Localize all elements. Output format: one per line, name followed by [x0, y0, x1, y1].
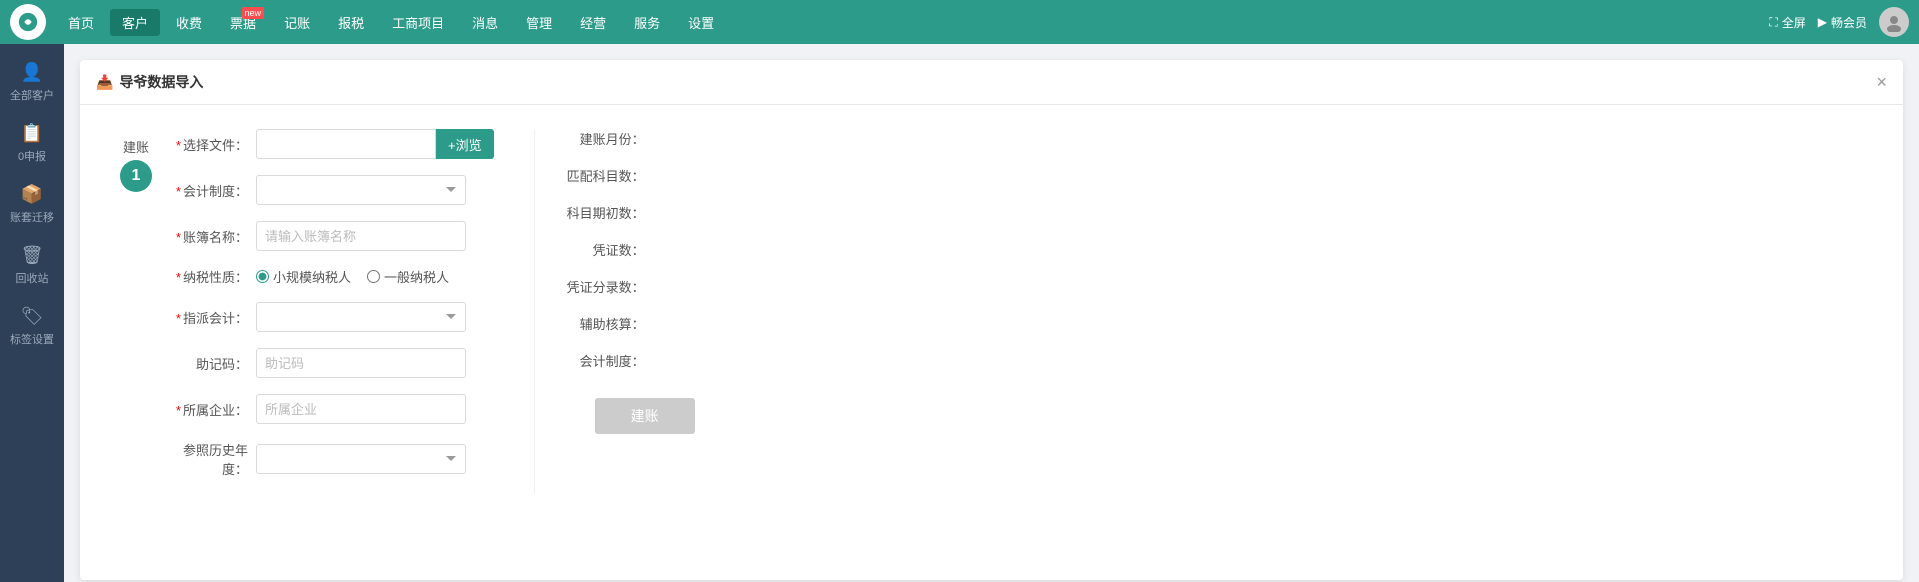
file-row: 选择文件： +浏览 [168, 129, 494, 159]
company-label: 所属企业： [168, 400, 248, 419]
history-year-label: 参照历史年度： [168, 440, 248, 478]
nav-item-operation[interactable]: 经营 [568, 9, 618, 36]
sidebar-item-migrate[interactable]: 📦 账套迁移 [0, 176, 64, 233]
new-badge: new [242, 7, 265, 19]
file-label: 选择文件： [168, 135, 248, 154]
subjects-initial-row: 科目期初数： [555, 203, 814, 222]
nav-item-manage[interactable]: 管理 [514, 9, 564, 36]
nav-item-service[interactable]: 服务 [622, 9, 672, 36]
radio-small-scale[interactable]: 小规模纳税人 [256, 267, 351, 286]
match-subjects-row: 匹配科目数： [555, 166, 814, 185]
accounting-system-label: 会计制度： [168, 181, 248, 200]
subjects-initial-label: 科目期初数： [555, 203, 645, 222]
radio-general[interactable]: 一般纳税人 [367, 267, 449, 286]
history-year-select[interactable] [256, 444, 466, 474]
dialog-header: 📥 导爷数据导入 × [80, 60, 1903, 105]
layout: 👤 全部客户 📋 0申报 📦 账套迁移 🗑 回收站 🏷 标签设置 📥 导 [0, 44, 1919, 582]
match-subjects-label: 匹配科目数： [555, 166, 645, 185]
dialog-body: 建账 1 选择文件： +浏览 [80, 105, 1903, 518]
accounting-system-row: 会计制度： [168, 175, 494, 205]
ledger-name-label: 账簿名称： [168, 227, 248, 246]
company-row: 所属企业： [168, 394, 494, 424]
dialog-title: 📥 导爷数据导入 [96, 72, 203, 92]
radio-small-input[interactable] [256, 270, 269, 283]
migrate-icon: 📦 [21, 184, 43, 205]
navbar: 首页 客户 收费 票据 new 记账 报税 工商项目 消息 管理 经营 服务 设… [0, 0, 1919, 44]
navbar-right: ⛶ 全屏 ▶ 畅会员 [1769, 7, 1909, 37]
vip-btn[interactable]: ▶ 畅会员 [1818, 14, 1867, 31]
nav-item-customer[interactable]: 客户 [110, 9, 160, 36]
fullscreen-icon: ⛶ [1769, 15, 1777, 30]
voucher-count-label: 凭证数： [555, 240, 645, 259]
nav-item-tax[interactable]: 报税 [326, 9, 376, 36]
dialog-panel: 📥 导爷数据导入 × 建账 1 选择文件： [80, 60, 1903, 580]
history-year-row: 参照历史年度： [168, 440, 494, 478]
logo [10, 4, 46, 40]
zero-report-icon: 📋 [21, 123, 43, 144]
step-label-text: 建账 [123, 137, 149, 156]
nav-item-home[interactable]: 首页 [56, 9, 106, 36]
sidebar-item-tags[interactable]: 🏷 标签设置 [0, 298, 64, 355]
nav-item-accounting[interactable]: 记账 [272, 9, 322, 36]
auxiliary-row: 辅助核算： [555, 314, 814, 333]
accountant-label: 指派会计： [168, 308, 248, 327]
nav-item-settings[interactable]: 设置 [676, 9, 726, 36]
step-circle: 1 [120, 160, 152, 192]
accountant-select[interactable] [256, 302, 466, 332]
sidebar: 👤 全部客户 📋 0申报 📦 账套迁移 🗑 回收站 🏷 标签设置 [0, 44, 64, 582]
nav-item-invoice[interactable]: 票据 new [218, 9, 268, 36]
tax-type-label: 纳税性质： [168, 267, 248, 286]
file-input-group: +浏览 [256, 129, 494, 159]
company-input[interactable] [256, 394, 466, 424]
right-accounting-system-label: 会计制度： [555, 351, 645, 370]
sidebar-item-trash[interactable]: 🗑 回收站 [0, 237, 64, 294]
tax-type-row: 纳税性质： 小规模纳税人 一般纳税人 [168, 267, 494, 286]
vip-icon: ▶ [1818, 15, 1827, 29]
sidebar-item-zero-report[interactable]: 📋 0申报 [0, 115, 64, 172]
avatar[interactable] [1879, 7, 1909, 37]
step-indicator: 建账 1 [120, 129, 152, 192]
build-month-row: 建账月份： [555, 129, 814, 148]
file-input[interactable] [256, 129, 436, 159]
main-content: 📥 导爷数据导入 × 建账 1 选择文件： [64, 44, 1919, 582]
trash-icon: 🗑 [21, 245, 44, 266]
accounting-system-select[interactable] [256, 175, 466, 205]
form-section-left: 建账 1 选择文件： +浏览 [120, 129, 494, 494]
build-account-button[interactable]: 建账 [595, 398, 695, 434]
import-icon: 📥 [96, 74, 113, 91]
accountant-row: 指派会计： [168, 302, 494, 332]
voucher-entries-row: 凭证分录数： [555, 277, 814, 296]
memo-code-row: 助记码： [168, 348, 494, 378]
ledger-name-input[interactable] [256, 221, 466, 251]
ledger-name-row: 账簿名称： [168, 221, 494, 251]
sidebar-item-all-customers[interactable]: 👤 全部客户 [0, 54, 64, 111]
browse-button[interactable]: +浏览 [436, 129, 494, 159]
voucher-entries-label: 凭证分录数： [555, 277, 645, 296]
tags-icon: 🏷 [21, 306, 44, 327]
memo-code-label: 助记码： [168, 354, 248, 373]
close-button[interactable]: × [1876, 73, 1887, 91]
memo-code-input[interactable] [256, 348, 466, 378]
right-section: 建账月份： 匹配科目数： 科目期初数： 凭证数： [534, 129, 814, 494]
voucher-count-row: 凭证数： [555, 240, 814, 259]
build-month-label: 建账月份： [555, 129, 645, 148]
nav-item-fee[interactable]: 收费 [164, 9, 214, 36]
right-accounting-system-row: 会计制度： [555, 351, 814, 370]
tax-radio-group: 小规模纳税人 一般纳税人 [256, 267, 449, 286]
nav-item-message[interactable]: 消息 [460, 9, 510, 36]
form-container: 选择文件： +浏览 会计制度： [168, 129, 494, 494]
all-customers-icon: 👤 [21, 62, 43, 83]
radio-general-input[interactable] [367, 270, 380, 283]
auxiliary-label: 辅助核算： [555, 314, 645, 333]
fullscreen-btn[interactable]: ⛶ 全屏 [1769, 14, 1805, 31]
navbar-menu: 首页 客户 收费 票据 new 记账 报税 工商项目 消息 管理 经营 服务 设… [56, 9, 1769, 36]
nav-item-business[interactable]: 工商项目 [380, 9, 456, 36]
